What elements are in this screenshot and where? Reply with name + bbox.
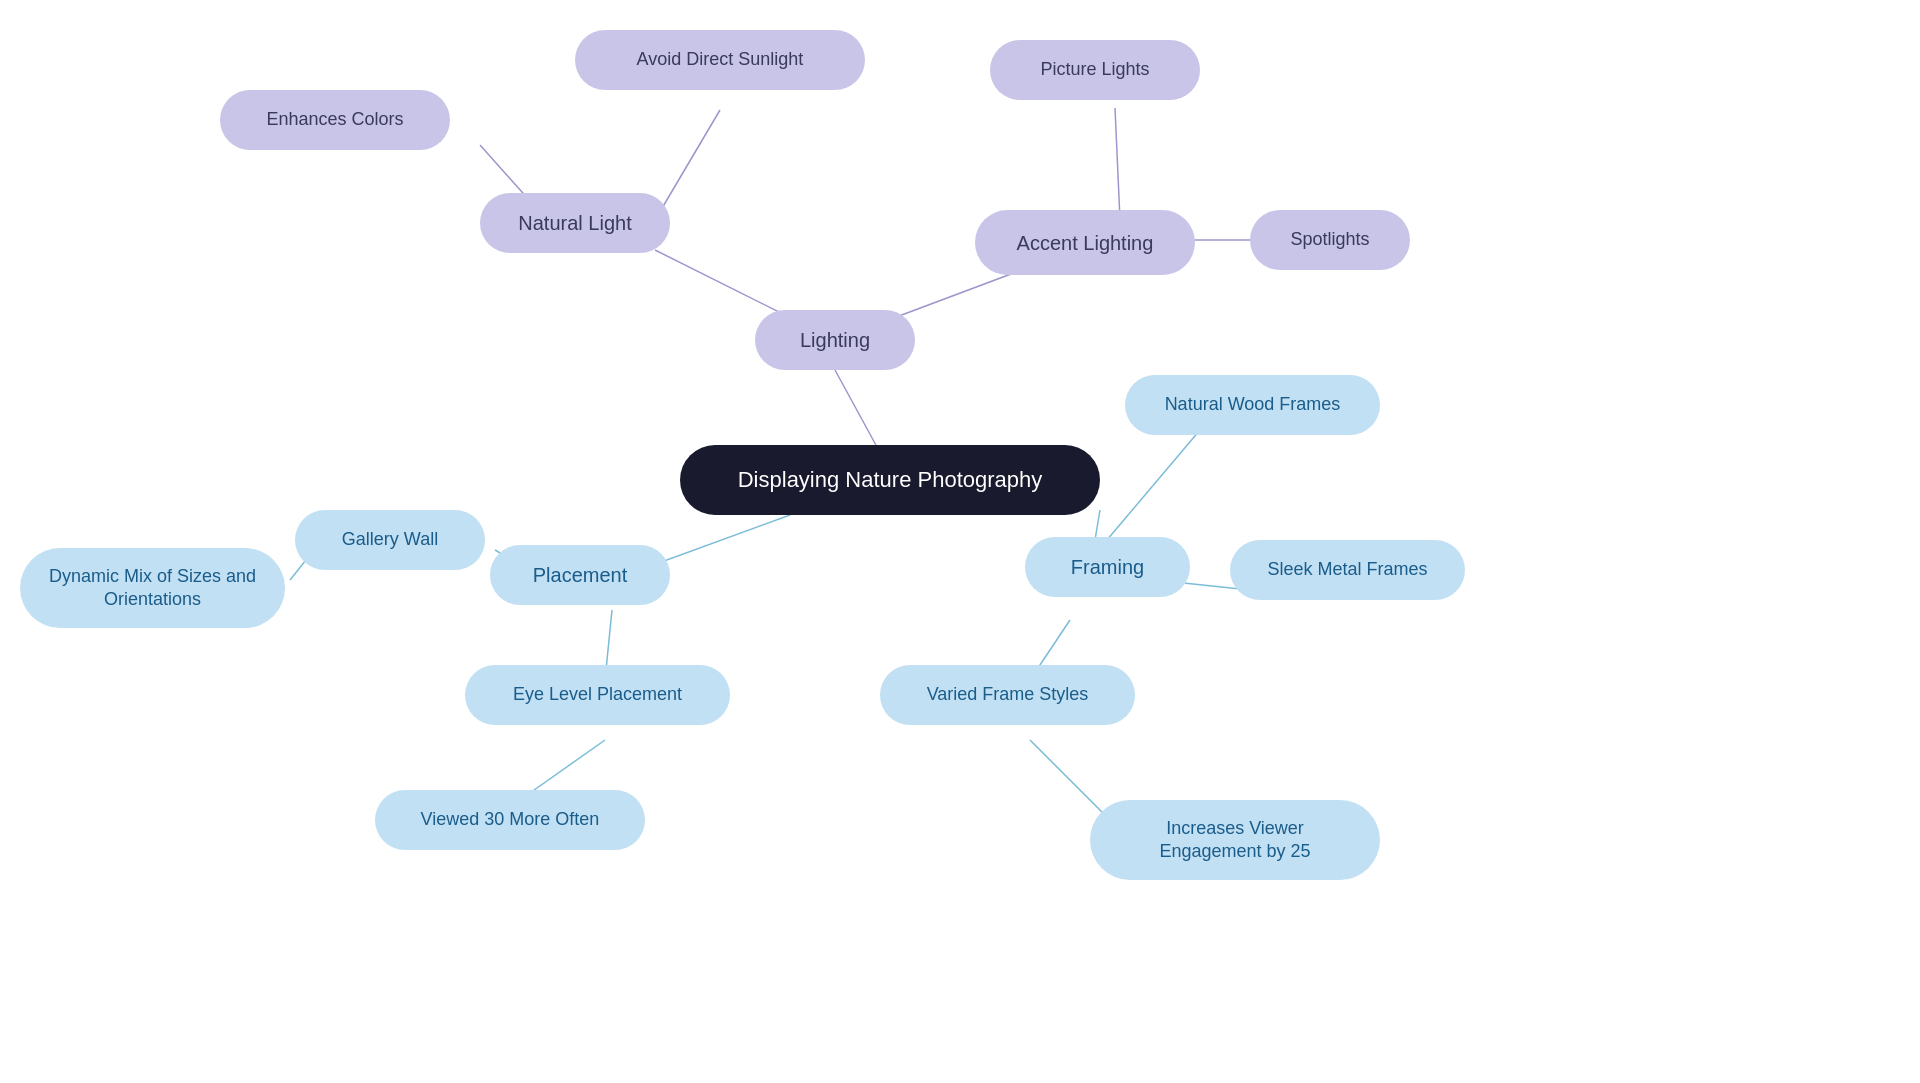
- node-enhances-colors[interactable]: Enhances Colors: [220, 90, 450, 150]
- node-sleek-metal-frames[interactable]: Sleek Metal Frames: [1230, 540, 1465, 600]
- node-picture-lights[interactable]: Picture Lights: [990, 40, 1200, 100]
- node-framing[interactable]: Framing: [1025, 537, 1190, 597]
- node-eye-level[interactable]: Eye Level Placement: [465, 665, 730, 725]
- node-placement[interactable]: Placement: [490, 545, 670, 605]
- node-accent-lighting[interactable]: Accent Lighting: [975, 210, 1195, 275]
- node-increases-viewer-engagement[interactable]: Increases Viewer Engagement by 25: [1090, 800, 1380, 880]
- node-natural-wood-frames[interactable]: Natural Wood Frames: [1125, 375, 1380, 435]
- node-varied-frame-styles[interactable]: Varied Frame Styles: [880, 665, 1135, 725]
- svg-line-3: [655, 110, 720, 220]
- svg-line-16: [1030, 740, 1110, 820]
- node-spotlights[interactable]: Spotlights: [1250, 210, 1410, 270]
- node-gallery-wall[interactable]: Gallery Wall: [295, 510, 485, 570]
- node-lighting[interactable]: Lighting: [755, 310, 915, 370]
- node-avoid-direct-sunlight[interactable]: Avoid Direct Sunlight: [575, 30, 865, 90]
- mind-map-connections: [0, 0, 1920, 1083]
- node-natural-light[interactable]: Natural Light: [480, 193, 670, 253]
- center-node[interactable]: Displaying Nature Photography: [680, 445, 1100, 515]
- node-dynamic-mix[interactable]: Dynamic Mix of Sizes and Orientations: [20, 548, 285, 628]
- svg-line-5: [1115, 108, 1120, 220]
- node-viewed-30[interactable]: Viewed 30 More Often: [375, 790, 645, 850]
